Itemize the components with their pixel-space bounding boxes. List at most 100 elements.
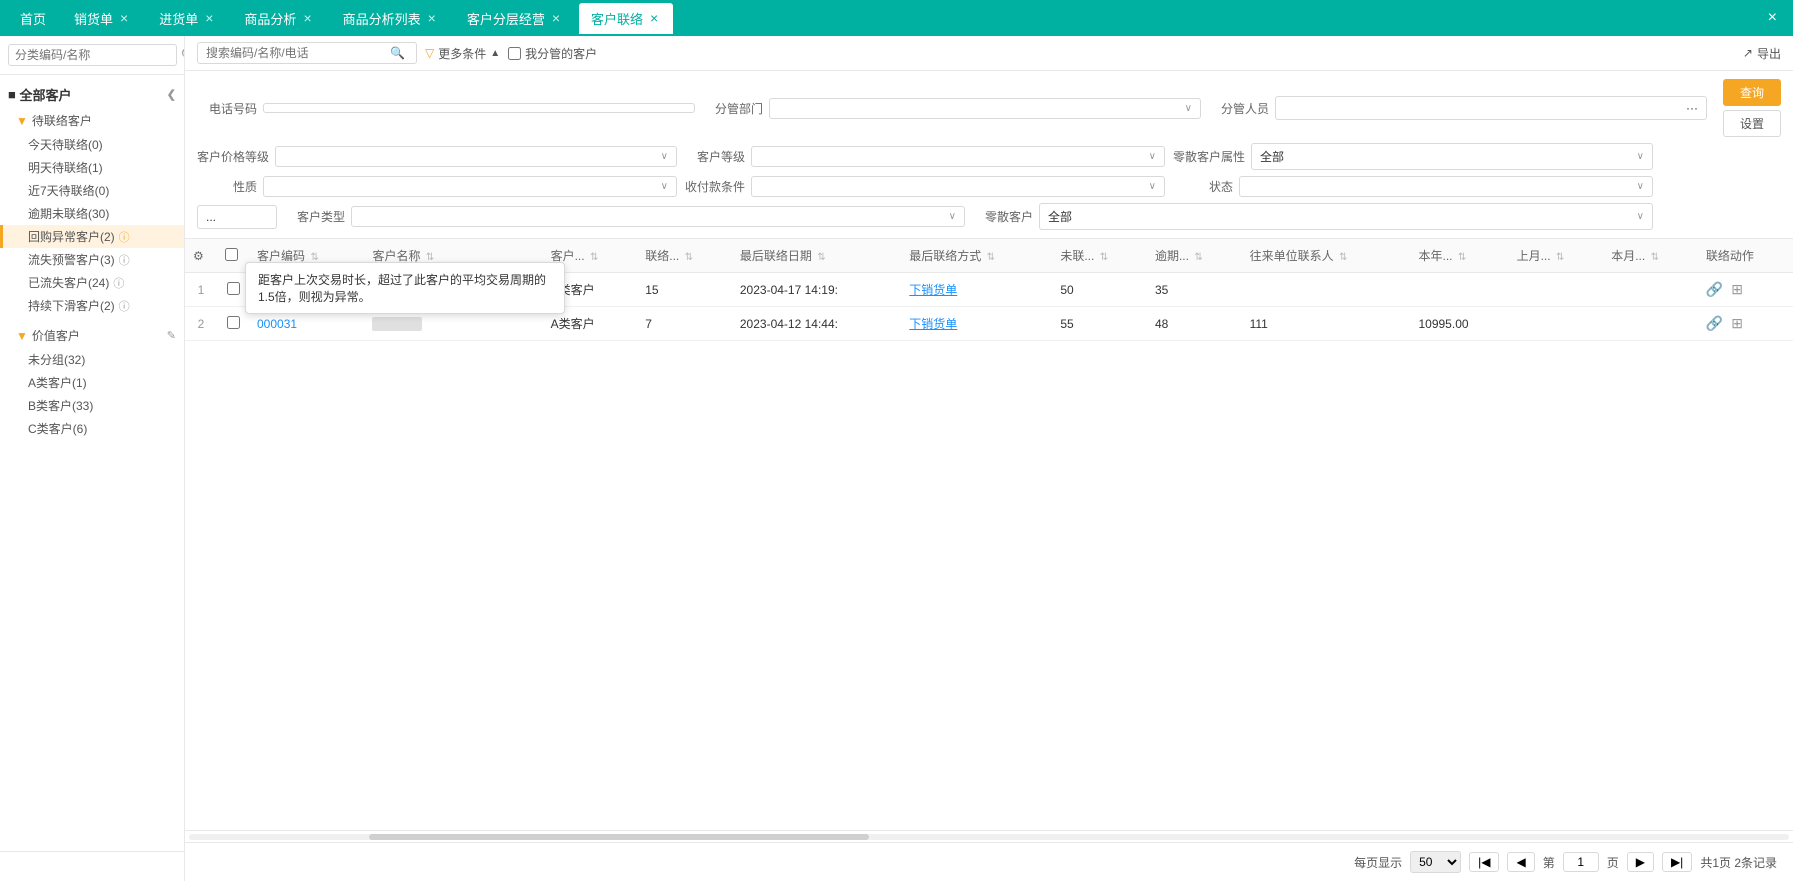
more-conditions-btn[interactable]: ▽ 更多条件 ▲: [425, 45, 500, 62]
export-button[interactable]: ↗ 导出: [1743, 45, 1781, 62]
filter-row-2: 客户价格等级 ∨ 客户等级 ∨ 零散客户属性 全部: [197, 143, 1781, 170]
query-button[interactable]: 查询: [1723, 79, 1781, 106]
sidebar-item-b-type[interactable]: B类客户(33): [0, 394, 184, 417]
row-num-1: 1: [185, 273, 217, 307]
arrow-icon: ▼: [16, 114, 28, 128]
scrollbar-thumb[interactable]: [369, 834, 869, 840]
nav-customer-tier[interactable]: 客户分层经营 ×: [455, 3, 575, 34]
retail-attr-input[interactable]: 全部 ∨: [1251, 143, 1653, 170]
nav-home[interactable]: 首页: [8, 3, 58, 34]
first-page-btn[interactable]: |◀: [1469, 852, 1499, 872]
action-link-icon-2[interactable]: 🔗: [1706, 315, 1723, 332]
row-this-month-1: [1603, 273, 1698, 307]
value-arrow-icon: ▼: [16, 329, 28, 343]
pay-terms-input[interactable]: ∨: [751, 176, 1165, 197]
dept-input[interactable]: ∨: [769, 98, 1201, 119]
sidebar-item-tomorrow[interactable]: 明天待联络(1): [0, 156, 184, 179]
action-link-icon-1[interactable]: 🔗: [1706, 281, 1723, 298]
phone-input[interactable]: [263, 103, 695, 113]
sidebar-item-ungroup[interactable]: 未分组(32): [0, 348, 184, 371]
sidebar-group-value[interactable]: ▼ 价值客户 ✎: [0, 323, 184, 348]
th-last-method[interactable]: 最后联络方式 ⇅: [901, 239, 1052, 273]
info-icon-churned: ⓘ: [113, 275, 124, 291]
nav-product-list[interactable]: 商品分析列表 ×: [331, 3, 451, 34]
gender-chevron: ∨: [661, 181, 668, 192]
action-grid-icon-1[interactable]: ⊞: [1731, 281, 1743, 298]
th-contact[interactable]: 联络... ⇅: [637, 239, 732, 273]
manager-input[interactable]: ···: [1275, 96, 1707, 120]
th-this-year[interactable]: 本年... ⇅: [1410, 239, 1508, 273]
level-input[interactable]: ∨: [751, 146, 1165, 167]
nav-sales-close[interactable]: ×: [117, 10, 131, 26]
retail-input[interactable]: 全部 ∨: [1039, 203, 1653, 230]
th-last-date[interactable]: 最后联络日期 ⇅: [732, 239, 901, 273]
th-last-month[interactable]: 上月... ⇅: [1509, 239, 1604, 273]
row-overdue-1: 35: [1147, 273, 1242, 307]
price-level-input[interactable]: ∨: [275, 146, 677, 167]
my-customers-check[interactable]: [508, 47, 521, 60]
action-grid-icon-2[interactable]: ⊞: [1731, 315, 1743, 332]
th-overdue[interactable]: 逾期... ⇅: [1147, 239, 1242, 273]
sidebar-item-churned[interactable]: 已流失客户(24) ⓘ: [0, 271, 184, 294]
info-icon-repurchase: ⓘ: [119, 229, 130, 245]
action-buttons-2: 🔗 ⊞: [1706, 315, 1785, 332]
collapse-icon[interactable]: ❮: [167, 88, 176, 101]
tooltip: 距客户上次交易时长，超过了此客户的平均交易周期的1.5倍，则视为异常。: [245, 262, 565, 314]
th-uncontacted[interactable]: 未联... ⇅: [1052, 239, 1147, 273]
th-settings[interactable]: ⚙: [185, 239, 217, 273]
nav-product-list-close[interactable]: ×: [425, 10, 439, 26]
nav-purchase-close[interactable]: ×: [202, 10, 216, 26]
sidebar-all-customers[interactable]: ■ 全部客户 ❮: [0, 81, 184, 108]
window-close-button[interactable]: ×: [1760, 5, 1785, 31]
select-all-checkbox[interactable]: [225, 248, 238, 261]
prev-page-btn[interactable]: ◀: [1507, 852, 1534, 872]
th-action: 联络动作: [1698, 239, 1793, 273]
next-page-btn[interactable]: ▶: [1627, 852, 1654, 872]
sidebar-item-7days[interactable]: 近7天待联络(0): [0, 179, 184, 202]
th-this-month[interactable]: 本月... ⇅: [1603, 239, 1698, 273]
nav-purchase[interactable]: 进货单 ×: [147, 3, 228, 34]
settings-button[interactable]: 设置: [1723, 110, 1781, 137]
row-checkbox-2[interactable]: [217, 307, 249, 341]
row-check-2[interactable]: [227, 316, 240, 329]
row-last-method-2[interactable]: 下销货单: [901, 307, 1052, 341]
sidebar-item-churn-warning[interactable]: 流失预警客户(3) ⓘ: [0, 248, 184, 271]
page-number-input[interactable]: [1563, 852, 1599, 872]
gender-input[interactable]: ∨: [263, 176, 677, 197]
pay-terms-chevron: ∨: [1149, 181, 1156, 192]
per-page-select[interactable]: 50 100 200: [1410, 851, 1461, 873]
nav-customer-tier-close[interactable]: ×: [549, 10, 563, 26]
sidebar-search-input[interactable]: [8, 44, 177, 66]
sort-this-month-icon: ⇅: [1651, 252, 1659, 263]
nav-product-analysis-close[interactable]: ×: [300, 10, 314, 26]
more-dots-input[interactable]: ...: [197, 205, 277, 229]
sidebar-item-repurchase-anomaly[interactable]: 回购异常客户(2) ⓘ: [0, 225, 184, 248]
horizontal-scrollbar[interactable]: [185, 830, 1793, 842]
sidebar-item-declining[interactable]: 持续下滑客户(2) ⓘ: [0, 294, 184, 317]
sidebar-item-c-type[interactable]: C类客户(6): [0, 417, 184, 440]
nav-sales[interactable]: 销货单 ×: [62, 3, 143, 34]
status-input[interactable]: ∨: [1239, 176, 1653, 197]
row-last-method-1[interactable]: 下销货单: [901, 273, 1052, 307]
customer-type-input[interactable]: ∨: [351, 206, 965, 227]
scrollbar-track[interactable]: [189, 834, 1789, 840]
nav-customer-contact-close[interactable]: ×: [647, 10, 661, 26]
row-last-month-1: [1509, 273, 1604, 307]
row-check-1[interactable]: [227, 282, 240, 295]
last-page-btn[interactable]: ▶|: [1662, 852, 1692, 872]
sidebar-group-waiting[interactable]: ▼ 待联络客户: [0, 108, 184, 133]
my-customers-checkbox[interactable]: 我分管的客户: [508, 45, 597, 62]
nav-customer-contact[interactable]: 客户联络 ×: [579, 3, 673, 34]
sidebar-item-overdue[interactable]: 逾期未联络(30): [0, 202, 184, 225]
th-contact-person[interactable]: 往来单位联系人 ⇅: [1242, 239, 1411, 273]
search-wrap: 🔍: [197, 42, 417, 64]
nav-product-analysis[interactable]: 商品分析 ×: [232, 3, 326, 34]
sidebar-item-today[interactable]: 今天待联络(0): [0, 133, 184, 156]
main-search-icon[interactable]: 🔍: [390, 46, 405, 60]
table-settings-icon[interactable]: ⚙: [193, 249, 204, 263]
sidebar-item-a-type[interactable]: A类客户(1): [0, 371, 184, 394]
main-search-input[interactable]: [206, 46, 386, 60]
table-container: ⚙ 客户编码 ⇅ 客户名称 ⇅: [185, 239, 1793, 830]
edit-icon[interactable]: ✎: [167, 329, 176, 342]
filter-row-4: ... 客户类型 ∨ 零散客户 全部 ∨: [197, 203, 1781, 230]
